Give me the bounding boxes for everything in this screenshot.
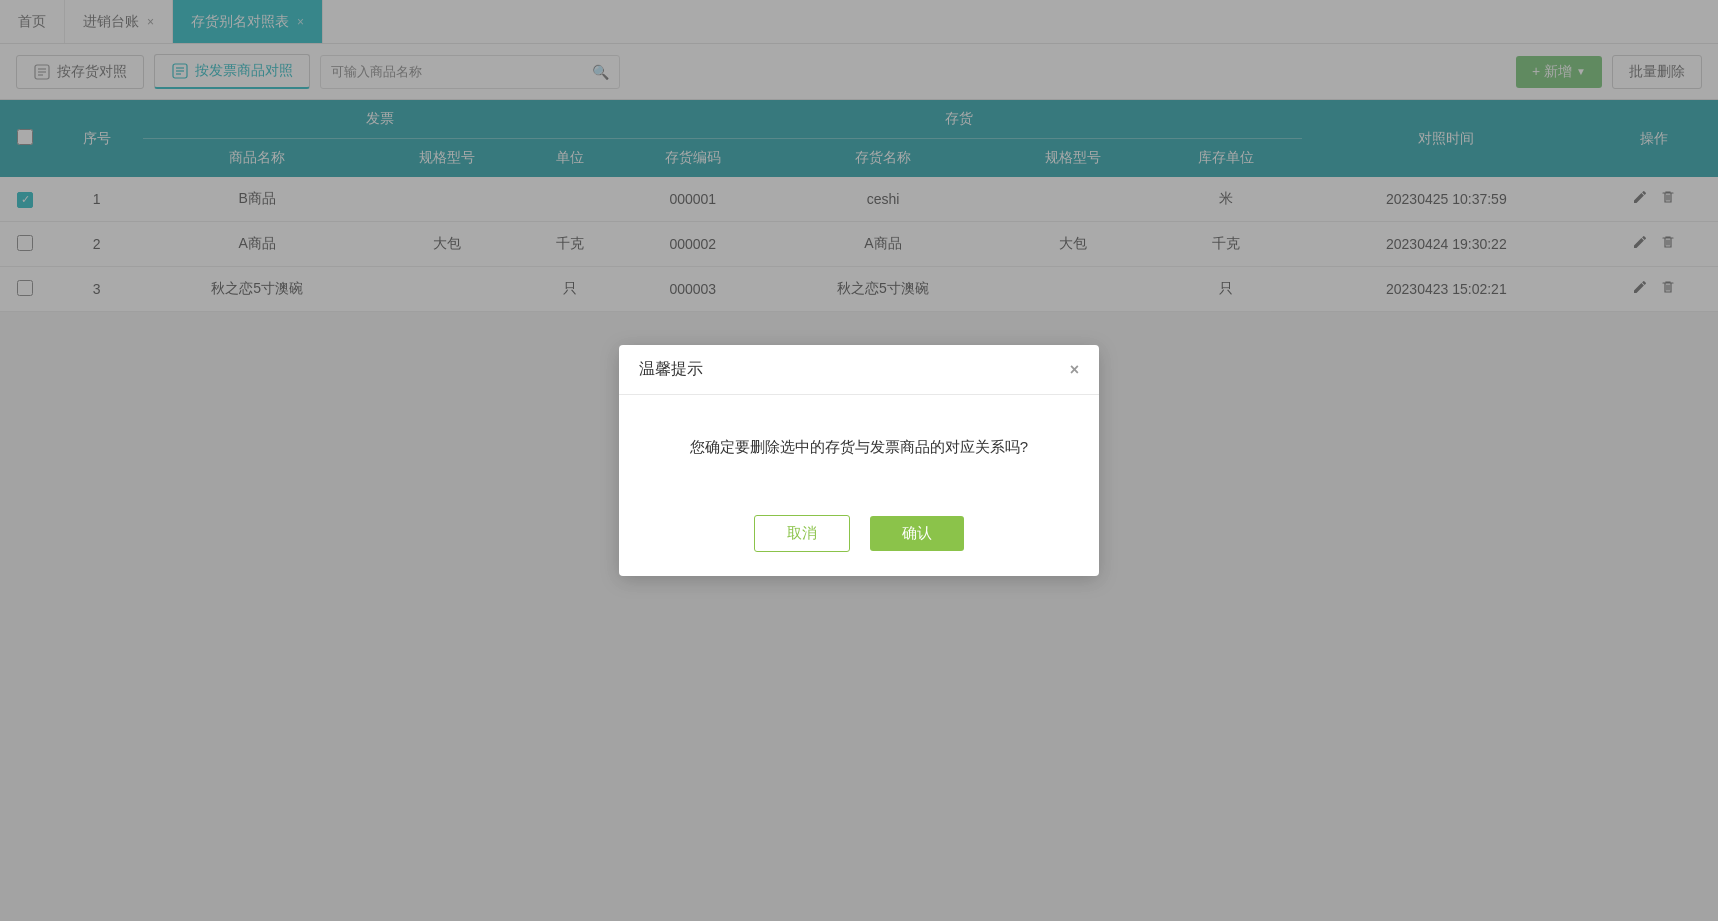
modal-overlay: 温馨提示 × 您确定要删除选中的存货与发票商品的对应关系吗? 取消 确认 (0, 0, 1718, 312)
